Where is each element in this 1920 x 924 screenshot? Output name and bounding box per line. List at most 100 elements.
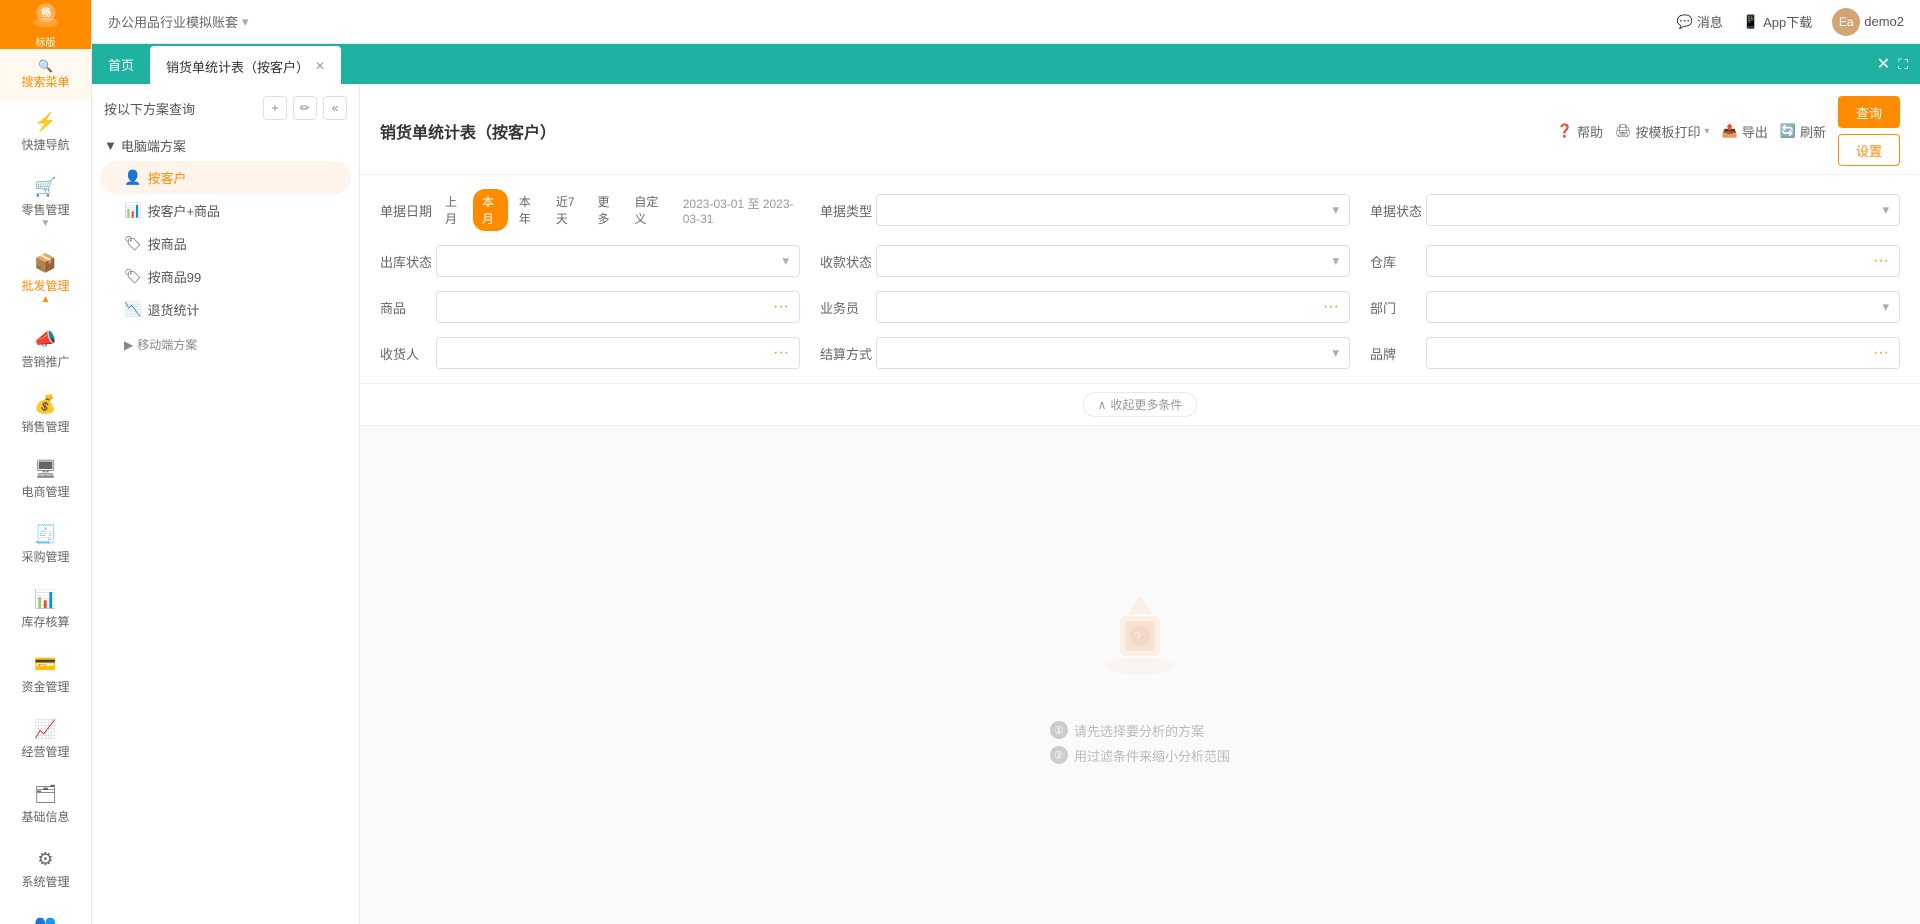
brand-dots[interactable]: ···: [1873, 344, 1889, 362]
doc-type-select[interactable]: ▾: [876, 194, 1350, 226]
salesman-select[interactable]: ···: [876, 291, 1350, 323]
sidebar-logo[interactable]: 畅 标版: [0, 0, 92, 49]
page-actions: ❓ 帮助 🖨 按模板打印 ▾ 📤 导出 🔄 刷新: [1557, 96, 1900, 166]
finance-icon: 💳: [34, 654, 56, 675]
date-tab-7days[interactable]: 近7天: [547, 189, 587, 231]
wholesale-arrow: ▲: [41, 294, 51, 305]
warehouse-label: 仓库: [1370, 252, 1426, 271]
account-dropdown[interactable]: 办公用品行业模拟账套 ▾: [108, 12, 249, 31]
sidebar-item-marketing[interactable]: 📣 营销推广: [0, 317, 92, 382]
step-1-num: ①: [1050, 721, 1068, 739]
tree-item-by-goods-99[interactable]: 🏷 按商品99: [100, 260, 351, 293]
help-btn[interactable]: ❓ 帮助: [1557, 122, 1603, 141]
consignee-dots[interactable]: ···: [773, 344, 789, 362]
empty-step-2: ② 用过滤条件来缩小分析范围: [1050, 746, 1230, 765]
sidebar: 畅 标版 🔍 搜索菜单 ⚡ 快捷导航 🛒 零售管理 ▼ 📦 批发管理 ▲ 📣 营…: [0, 0, 92, 924]
step-1-text: 请先选择要分析的方案: [1074, 721, 1204, 740]
collapse-bar: ∧ 收起更多条件: [360, 384, 1920, 426]
sidebar-item-label: 销售管理: [21, 418, 69, 435]
settlement-select[interactable]: ▾: [876, 337, 1350, 369]
tree-group-desktop[interactable]: ▼ 电脑端方案: [100, 130, 351, 161]
ship-status-select[interactable]: ▾: [436, 245, 800, 277]
logo-icon: 畅: [30, 0, 62, 32]
dept-label: 部门: [1370, 298, 1426, 317]
close-window-icon[interactable]: ✕: [1877, 54, 1890, 74]
operation-icon: 📈: [34, 719, 56, 740]
date-tab-custom[interactable]: 自定义: [625, 189, 668, 231]
salesman-label: 业务员: [820, 298, 876, 317]
consignee-select[interactable]: ···: [436, 337, 800, 369]
sidebar-item-finance[interactable]: 💳 资金管理: [0, 642, 92, 707]
tree-item-by-customer-goods[interactable]: 📊 按客户+商品: [100, 194, 351, 227]
refresh-icon: 🔄: [1780, 123, 1796, 139]
sidebar-item-wholesale[interactable]: 📦 批发管理 ▲: [0, 241, 92, 317]
collapse-conditions-btn[interactable]: ∧ 收起更多条件: [1083, 392, 1198, 417]
refresh-btn[interactable]: 🔄 刷新: [1780, 122, 1826, 141]
app-download-label: App下载: [1763, 12, 1812, 31]
tree-item-by-goods[interactable]: 🏷 按商品: [100, 227, 351, 260]
date-tab-more[interactable]: 更多: [588, 189, 623, 231]
app-download-btn[interactable]: 📱 App下载: [1743, 12, 1812, 31]
date-tab-this-year[interactable]: 本年: [510, 189, 545, 231]
export-icon: 📤: [1722, 123, 1738, 139]
tree-item-return-stat[interactable]: 📉 退货统计: [100, 293, 351, 326]
tree-item-label: 按客户+商品: [147, 201, 220, 220]
goods-dots[interactable]: ···: [773, 298, 789, 316]
sidebar-item-label: 经营管理: [21, 743, 69, 760]
print-btn[interactable]: 🖨 按模板打印 ▾: [1615, 122, 1710, 141]
filter-dept: 部门 ▾: [1370, 291, 1900, 323]
brand-select[interactable]: ···: [1426, 337, 1900, 369]
sidebar-item-operation[interactable]: 📈 经营管理: [0, 707, 92, 772]
tab-home[interactable]: 首页: [92, 44, 150, 84]
close-tab-icon[interactable]: ✕: [315, 59, 325, 73]
goods-icon: 🏷: [124, 235, 142, 252]
desktop-arrow-icon: ▼: [104, 138, 117, 153]
collapse-panel-btn[interactable]: «: [323, 96, 347, 120]
tree-item-label: 按商品: [148, 234, 187, 253]
sidebar-item-retail[interactable]: 🛒 零售管理 ▼: [0, 165, 92, 241]
user-profile[interactable]: Ea demo2: [1832, 8, 1904, 36]
tree-item-by-customer[interactable]: 👤 按客户: [100, 161, 351, 194]
filter-consignee: 收货人 ···: [380, 337, 800, 369]
message-btn[interactable]: 💬 消息: [1677, 12, 1723, 31]
sidebar-item-inventory[interactable]: 📊 库存核算: [0, 577, 92, 642]
warehouse-select[interactable]: ···: [1426, 245, 1900, 277]
payment-status-select[interactable]: ▾: [876, 245, 1350, 277]
top-header: 办公用品行业模拟账套 ▾ 💬 消息 📱 App下载 Ea demo2: [92, 0, 1920, 44]
mobile-arrow-icon: ▶: [124, 338, 133, 352]
sidebar-item-sales[interactable]: 💰 销售管理: [0, 382, 92, 447]
settlement-arrow-icon: ▾: [1332, 345, 1339, 361]
date-group: 上月 本月 本年 近7天 更多 自定义 2023-03-01 至 2023-03…: [436, 189, 800, 231]
sidebar-item-purchase[interactable]: 🧾 采购管理: [0, 512, 92, 577]
add-scheme-btn[interactable]: +: [263, 96, 287, 120]
tree-group-mobile[interactable]: ▶ 移动端方案: [108, 330, 351, 359]
maximize-icon[interactable]: ⛶: [1898, 56, 1908, 73]
sidebar-item-label: 电商管理: [21, 483, 69, 500]
sidebar-item-ecom[interactable]: 🖥 电商管理: [0, 447, 92, 512]
settings-button[interactable]: 设置: [1838, 134, 1900, 166]
tree-desktop: ▼ 电脑端方案 👤 按客户 📊 按客户+商品 🏷 按商品 🏷 按商品: [100, 130, 351, 326]
help-icon: ❓: [1557, 123, 1573, 139]
date-range: 2023-03-01 至 2023-03-31: [683, 195, 800, 226]
sidebar-item-label: 快捷导航: [21, 136, 69, 153]
sidebar-item-quick-nav[interactable]: ⚡ 快捷导航: [0, 100, 92, 165]
export-btn[interactable]: 📤 导出: [1722, 122, 1768, 141]
query-button[interactable]: 查询: [1838, 96, 1900, 128]
sidebar-item-search[interactable]: 🔍 搜索菜单: [0, 49, 92, 100]
tab-sales-stat[interactable]: 销货单统计表（按客户） ✕: [150, 46, 341, 86]
date-tab-last-month[interactable]: 上月: [436, 189, 471, 231]
sidebar-item-corp[interactable]: 👥 企业协同: [0, 902, 92, 924]
date-label: 单据日期: [380, 201, 436, 220]
marketing-icon: 📣: [34, 329, 56, 350]
edit-scheme-btn[interactable]: ✏: [293, 96, 317, 120]
salesman-dots[interactable]: ···: [1323, 298, 1339, 316]
dept-select[interactable]: ▾: [1426, 291, 1900, 323]
sidebar-item-system[interactable]: ⚙ 系统管理: [0, 837, 92, 902]
sidebar-item-basic[interactable]: 🗂 基础信息: [0, 772, 92, 837]
warehouse-dots[interactable]: ···: [1873, 252, 1889, 270]
goods-select[interactable]: ···: [436, 291, 800, 323]
avatar: Ea: [1832, 8, 1860, 36]
date-tab-this-month[interactable]: 本月: [473, 189, 508, 231]
doc-status-select[interactable]: ▾: [1426, 194, 1900, 226]
sidebar-item-label: 资金管理: [21, 678, 69, 695]
